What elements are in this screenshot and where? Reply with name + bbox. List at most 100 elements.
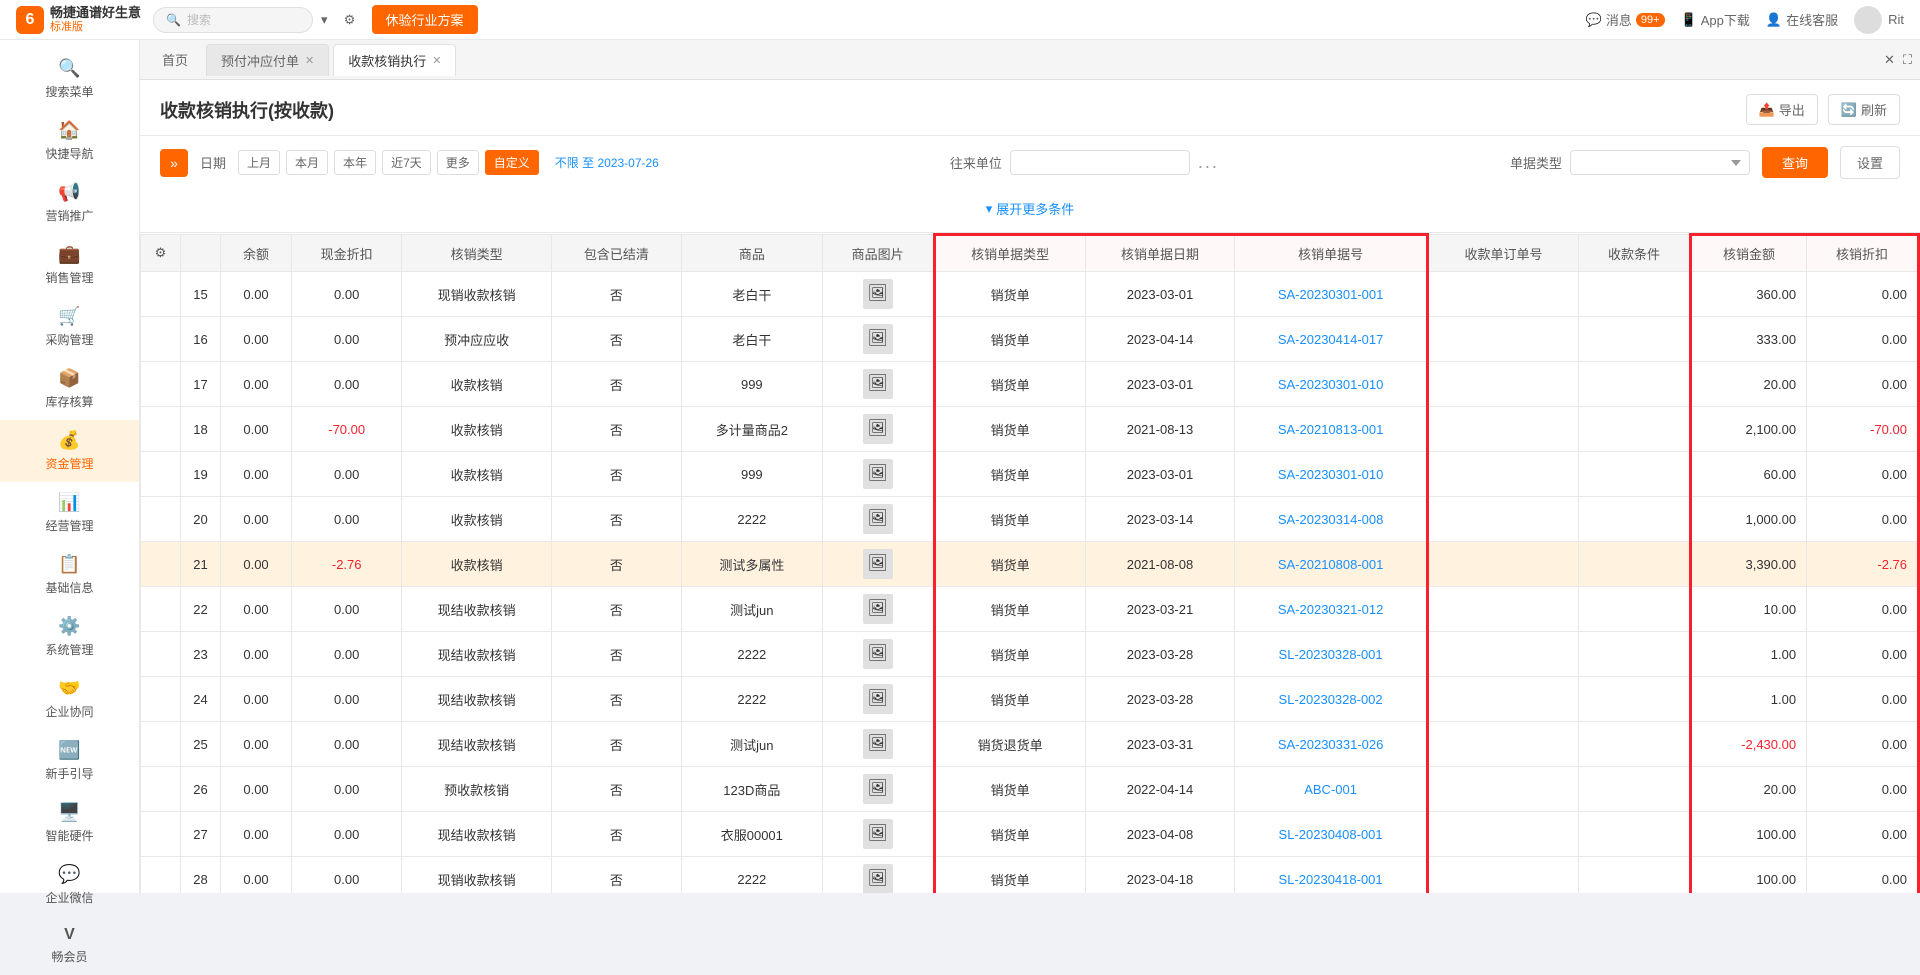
cell-num: 23 — [181, 632, 221, 677]
cell-receipt-condition — [1579, 587, 1691, 632]
filter-toggle[interactable]: » — [160, 149, 188, 177]
sidebar-label-purchase: 采购管理 — [45, 331, 93, 348]
industry-btn[interactable]: 休验行业方案 — [372, 5, 478, 34]
partner-input[interactable] — [1010, 150, 1190, 175]
cell-cancel-amount: 20.00 — [1690, 362, 1806, 407]
expand-more[interactable]: ▾ 展开更多条件 — [160, 195, 1900, 222]
date-this-month[interactable]: 本月 — [286, 150, 328, 175]
sidebar-item-operation[interactable]: 📊 经营管理 — [0, 482, 139, 544]
cancel-number-link[interactable]: SA-20210808-001 — [1278, 557, 1384, 572]
cancel-number-link[interactable]: SA-20230321-012 — [1278, 602, 1384, 617]
cell-cancel-number: ABC-001 — [1235, 767, 1428, 812]
cell-cancel-number: SA-20230301-010 — [1235, 362, 1428, 407]
main-layout: 🔍 搜索菜单 🏠 快捷导航 📢 营销推广 💼 销售管理 🛒 采购管理 📦 库存核… — [0, 40, 1920, 893]
cell-cancel-date: 2021-08-08 — [1085, 542, 1235, 587]
col-settings[interactable]: ⚙ — [141, 235, 181, 272]
voucher-type-select[interactable] — [1570, 150, 1750, 175]
tab-receivable[interactable]: 收款核销执行 ✕ — [333, 44, 456, 76]
query-button[interactable]: 查询 — [1762, 147, 1828, 178]
sidebar-item-member[interactable]: V 畅会员 — [0, 916, 139, 975]
cell-cash-discount: 0.00 — [292, 857, 402, 894]
cancel-number-link[interactable]: SA-20230331-026 — [1278, 737, 1384, 752]
cancel-number-link[interactable]: SL-20230418-001 — [1279, 872, 1383, 887]
cell-included-settled: 否 — [551, 722, 681, 767]
cancel-number-link[interactable]: SA-20230301-010 — [1278, 377, 1384, 392]
cell-settings — [141, 272, 181, 317]
cancel-number-link[interactable]: SA-20210813-001 — [1278, 422, 1384, 437]
refresh-button[interactable]: 🔄 刷新 — [1828, 94, 1900, 125]
top-dropdown[interactable]: ▾ — [321, 12, 328, 28]
settings-gear-icon[interactable]: ⚙ — [336, 6, 364, 34]
sidebar-item-purchase[interactable]: 🛒 采购管理 — [0, 296, 139, 358]
top-search[interactable]: 🔍 搜索 — [153, 7, 313, 33]
goods-image: 🖼 — [863, 819, 893, 849]
cell-settings — [141, 407, 181, 452]
cell-cancel-discount: 0.00 — [1807, 767, 1919, 812]
cell-goods-image: 🖼 — [822, 272, 934, 317]
user-info[interactable]: Rit — [1854, 6, 1904, 34]
sidebar-item-sales[interactable]: 💼 销售管理 — [0, 234, 139, 296]
sidebar-item-inventory[interactable]: 📦 库存核算 — [0, 358, 139, 420]
cancel-number-link[interactable]: SA-20230414-017 — [1278, 332, 1384, 347]
date-custom[interactable]: 自定义 — [485, 150, 539, 175]
app-download[interactable]: 📱 App下载 — [1681, 10, 1750, 29]
tab-prepay-close[interactable]: ✕ — [305, 54, 314, 67]
tab-home[interactable]: 首页 — [148, 44, 202, 75]
sidebar-item-hardware[interactable]: 🖥️ 智能硬件 — [0, 792, 139, 854]
window-maximize-icon[interactable]: ⛶ — [1903, 52, 1912, 68]
date-this-year[interactable]: 本年 — [334, 150, 376, 175]
cell-receipt-condition — [1579, 452, 1691, 497]
sidebar-item-basic[interactable]: 📋 基础信息 — [0, 544, 139, 606]
cancel-number-link[interactable]: SL-20230408-001 — [1279, 827, 1383, 842]
sidebar-item-search-menu[interactable]: 🔍 搜索菜单 — [0, 48, 139, 110]
cell-balance: 0.00 — [221, 272, 292, 317]
cell-num: 24 — [181, 677, 221, 722]
cell-cancel-discount: -70.00 — [1807, 407, 1919, 452]
sidebar-item-guide[interactable]: 🆕 新手引导 — [0, 730, 139, 792]
cell-cancel-number: SA-20230414-017 — [1235, 317, 1428, 362]
sidebar-item-wechat[interactable]: 💬 企业微信 — [0, 854, 139, 916]
cell-num: 22 — [181, 587, 221, 632]
cell-included-settled: 否 — [551, 452, 681, 497]
cell-settings — [141, 677, 181, 722]
online-service[interactable]: 👤 在线客服 — [1766, 10, 1838, 29]
date-7days[interactable]: 近7天 — [382, 150, 431, 175]
tab-receivable-close[interactable]: ✕ — [432, 54, 441, 67]
cell-included-settled: 否 — [551, 677, 681, 722]
cell-goods: 2222 — [681, 677, 822, 722]
cell-cancel-discount: 0.00 — [1807, 317, 1919, 362]
cell-cancel-amount: 1,000.00 — [1690, 497, 1806, 542]
sidebar-item-quick-nav[interactable]: 🏠 快捷导航 — [0, 110, 139, 172]
sidebar-item-marketing[interactable]: 📢 营销推广 — [0, 172, 139, 234]
table-container[interactable]: ⚙ 余额 现金折扣 核销类型 包含已结清 商品 商品图片 核销单据类型 核销单据… — [140, 233, 1920, 893]
sidebar-item-finance[interactable]: 💰 资金管理 — [0, 420, 139, 482]
cell-receipt-order — [1427, 812, 1578, 857]
cancel-number-link[interactable]: SA-20230314-008 — [1278, 512, 1384, 527]
sidebar-label-operation: 经营管理 — [45, 517, 93, 534]
sidebar-item-enterprise[interactable]: 🤝 企业协同 — [0, 668, 139, 730]
cancel-number-link[interactable]: SA-20230301-001 — [1278, 287, 1384, 302]
chevron-down-icon: ▾ — [986, 201, 993, 217]
window-close-icon[interactable]: ✕ — [1884, 52, 1895, 68]
cancel-number-link[interactable]: ABC-001 — [1304, 782, 1357, 797]
cell-cancel-type: 现结收款核销 — [402, 722, 552, 767]
messages[interactable]: 💬 消息 99+ — [1586, 10, 1665, 29]
cell-included-settled: 否 — [551, 317, 681, 362]
cancel-number-link[interactable]: SA-20230301-010 — [1278, 467, 1384, 482]
cell-cancel-amount: 60.00 — [1690, 452, 1806, 497]
date-more[interactable]: 更多 — [437, 150, 479, 175]
export-button[interactable]: 📤 导出 — [1746, 94, 1818, 125]
cell-settings — [141, 362, 181, 407]
cancel-number-link[interactable]: SL-20230328-001 — [1279, 647, 1383, 662]
tab-prepay[interactable]: 预付冲应付单 ✕ — [206, 44, 329, 76]
refresh-icon: 🔄 — [1841, 102, 1857, 118]
sidebar-item-system[interactable]: ⚙️ 系统管理 — [0, 606, 139, 668]
cancel-number-link[interactable]: SL-20230328-002 — [1279, 692, 1383, 707]
search-icon: 🔍 — [166, 13, 181, 27]
date-last-month[interactable]: 上月 — [238, 150, 280, 175]
cell-cancel-discount: -2.76 — [1807, 542, 1919, 587]
cell-goods: 老白干 — [681, 272, 822, 317]
sidebar-label-search-menu: 搜索菜单 — [45, 83, 93, 100]
setting-button[interactable]: 设置 — [1840, 146, 1900, 179]
page-header: 收款核销执行(按收款) 📤 导出 🔄 刷新 — [140, 80, 1920, 136]
